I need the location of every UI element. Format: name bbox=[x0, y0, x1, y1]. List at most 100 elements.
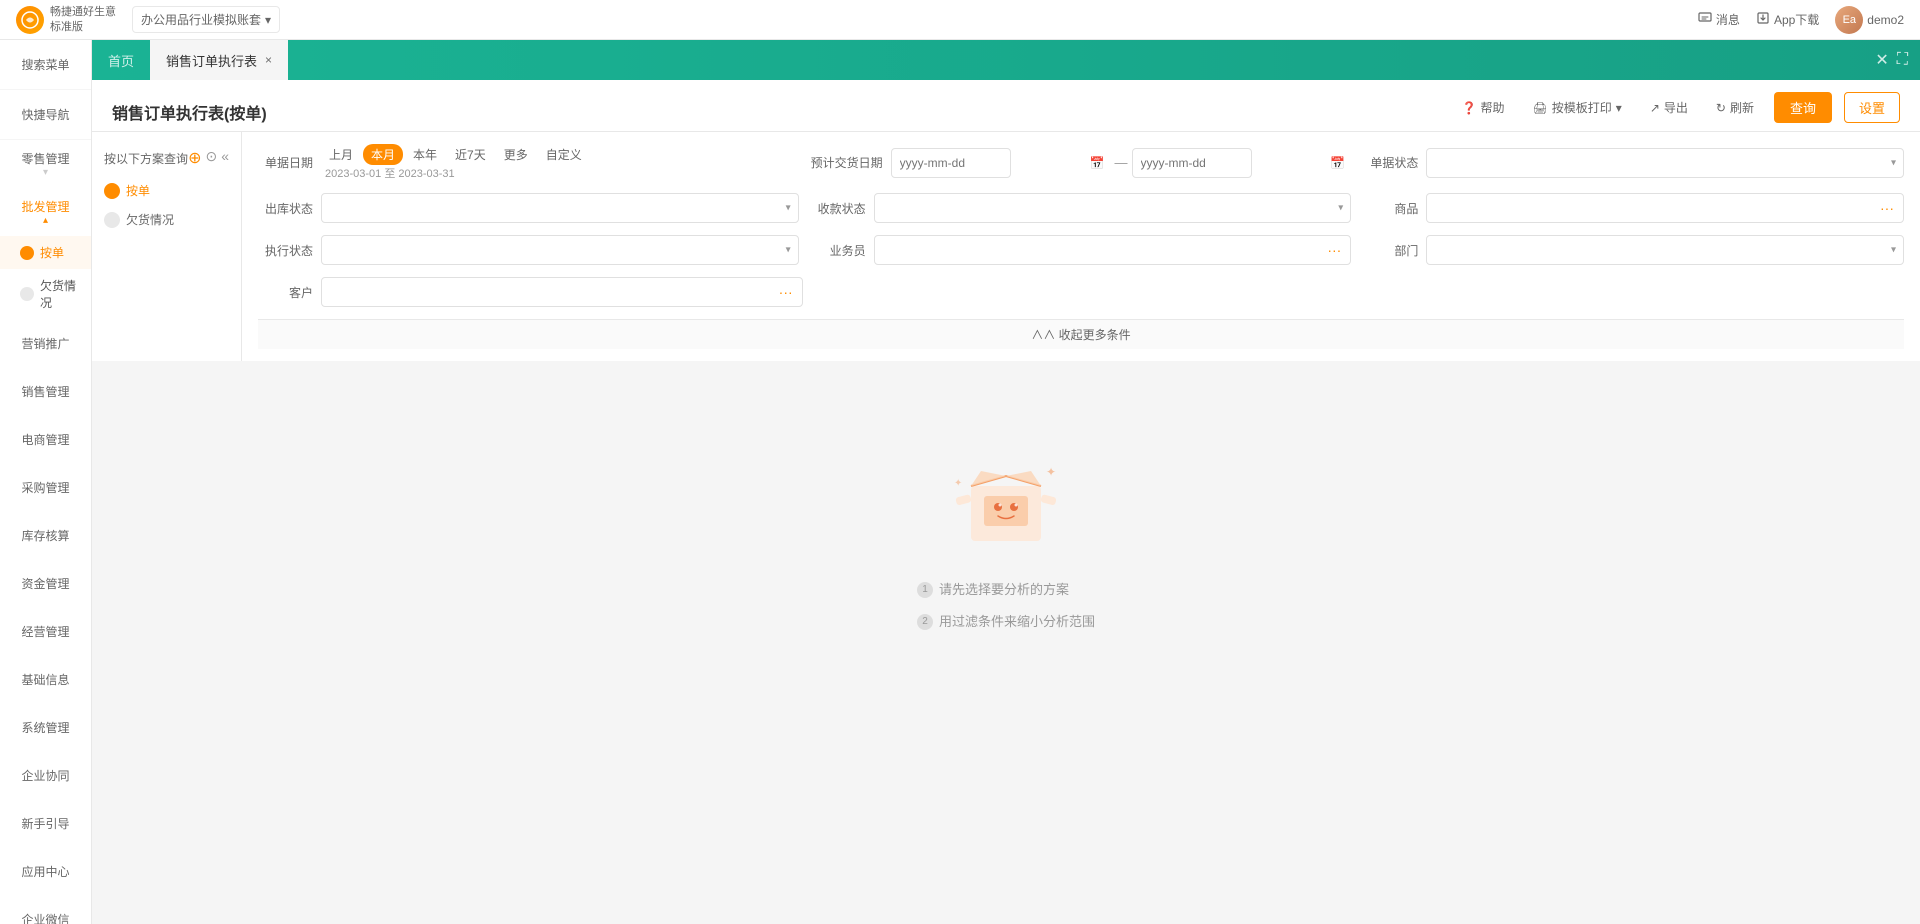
sidebar-wechat-label: 企业微信 bbox=[21, 911, 69, 924]
doc-status-select[interactable] bbox=[1426, 148, 1904, 178]
sidebar-item-retail[interactable]: 零售管理 ▾ bbox=[0, 140, 91, 188]
outbound-select-wrapper bbox=[321, 193, 799, 223]
outbound-select[interactable] bbox=[321, 193, 799, 223]
maximize-window-icon[interactable]: ⛶ bbox=[1897, 51, 1908, 69]
empty-num-2: 2 bbox=[917, 614, 933, 630]
app-selector[interactable]: 办公用品行业模拟账套 ▾ bbox=[132, 6, 280, 33]
sidebar-item-finance[interactable]: 资金管理 bbox=[0, 559, 91, 607]
goods-dots-icon[interactable]: ··· bbox=[1876, 200, 1898, 216]
page-header: 销售订单执行表(按单) ❓ 帮助 🖨 按模板打印 ▾ ↗ 导出 bbox=[92, 80, 1920, 132]
sidebar-item-system[interactable]: 系统管理 bbox=[0, 703, 91, 751]
filter-field-doc-status: 单据状态 bbox=[1363, 148, 1904, 178]
sidebar-item-purchase[interactable]: 采购管理 bbox=[0, 463, 91, 511]
date-tab-last-month[interactable]: 上月 bbox=[321, 144, 361, 165]
date-tab-this-month[interactable]: 本月 bbox=[363, 144, 403, 165]
customer-dots-icon[interactable]: ··· bbox=[775, 284, 797, 300]
payment-select[interactable] bbox=[874, 193, 1352, 223]
date-tab-7days[interactable]: 近7天 bbox=[447, 144, 494, 165]
date-tab-more[interactable]: 更多 bbox=[496, 144, 536, 165]
sidebar-item-wholesale[interactable]: 批发管理 ▴ bbox=[0, 188, 91, 236]
sidebar-operations-label: 经营管理 bbox=[21, 623, 69, 640]
date-label: 单据日期 bbox=[258, 154, 313, 171]
date-separator: — bbox=[1115, 155, 1128, 170]
sidebar-basic-label: 基础信息 bbox=[21, 671, 69, 688]
svg-text:✦: ✦ bbox=[954, 478, 962, 489]
sidebar: 搜索菜单 快捷导航 零售管理 ▾ 批发管理 ▴ 按单 欠货情况 营销推广 销售管… bbox=[0, 40, 92, 924]
filter-row-4: 客户 ··· bbox=[258, 277, 1904, 307]
tab-home[interactable]: 首页 bbox=[92, 40, 150, 80]
empty-illustration: ✦ ✦ bbox=[946, 441, 1066, 561]
close-window-icon[interactable]: ✕ bbox=[1875, 50, 1888, 70]
date-range-text: 2023-03-01 至 2023-03-31 bbox=[325, 165, 799, 181]
expected-date-range: — bbox=[891, 148, 1352, 178]
empty-num-1: 1 bbox=[917, 582, 933, 598]
print-template-btn[interactable]: 🖨 按模板打印 ▾ bbox=[1525, 95, 1630, 120]
dept-label: 部门 bbox=[1363, 242, 1418, 259]
chevron-icon: ▾ bbox=[43, 167, 48, 178]
goods-input[interactable] bbox=[1426, 193, 1904, 223]
sidebar-item-sales[interactable]: 销售管理 bbox=[0, 367, 91, 415]
export-btn[interactable]: ↗ 导出 bbox=[1642, 95, 1696, 120]
expected-date-end-wrapper bbox=[1132, 148, 1352, 178]
date-tab-custom[interactable]: 自定义 bbox=[538, 144, 590, 165]
refresh-btn[interactable]: ↻ 刷新 bbox=[1708, 95, 1762, 120]
salesperson-input[interactable] bbox=[874, 235, 1352, 265]
sidebar-item-basic[interactable]: 基础信息 bbox=[0, 655, 91, 703]
chevron-down-icon: ▾ bbox=[265, 13, 271, 27]
expected-date-label: 预计交货日期 bbox=[811, 154, 883, 171]
message-action[interactable]: 消息 bbox=[1698, 11, 1740, 28]
app-download-action[interactable]: App下载 bbox=[1756, 11, 1819, 28]
add-scheme-icon[interactable]: ⊕ bbox=[188, 148, 201, 168]
sidebar-item-operations[interactable]: 经营管理 bbox=[0, 607, 91, 655]
tab-sales-order[interactable]: 销售订单执行表 × bbox=[150, 40, 288, 80]
date-picker-area: 上月 本月 本年 近7天 更多 自定义 2023-03-01 至 2023-03… bbox=[321, 144, 799, 181]
user-area[interactable]: Ea demo2 bbox=[1835, 6, 1904, 34]
goods-input-wrapper: ··· bbox=[1426, 193, 1904, 223]
help-icon: ❓ bbox=[1462, 101, 1477, 115]
sidebar-sub-debt[interactable]: 欠货情况 bbox=[0, 269, 91, 319]
filter-row-2: 出库状态 收款状态 bbox=[258, 193, 1904, 223]
sidebar-search[interactable]: 搜索菜单 bbox=[0, 40, 91, 90]
sidebar-item-wechat[interactable]: 企业微信 bbox=[0, 895, 91, 924]
query-button[interactable]: 查询 bbox=[1774, 92, 1832, 123]
edit-scheme-icon[interactable]: ⊙ bbox=[205, 148, 217, 168]
sidebar-item-inventory[interactable]: 库存核算 bbox=[0, 511, 91, 559]
print-icon: 🖨 bbox=[1533, 101, 1548, 115]
exec-status-select-wrapper bbox=[321, 235, 799, 265]
sidebar-ecommerce-label: 电商管理 bbox=[21, 431, 69, 448]
scheme-item-order[interactable]: 按单 bbox=[92, 176, 241, 205]
logo-area: 畅捷通好生意 标准版 bbox=[16, 5, 116, 34]
scheme-item-debt[interactable]: 欠货情况 bbox=[92, 205, 241, 234]
settings-button[interactable]: 设置 bbox=[1844, 92, 1900, 123]
filter-field-goods: 商品 ··· bbox=[1363, 193, 1904, 223]
sidebar-sub-order[interactable]: 按单 bbox=[0, 236, 91, 269]
sidebar-search-label: 搜索菜单 bbox=[21, 56, 69, 73]
sidebar-item-newuser[interactable]: 新手引导 bbox=[0, 799, 91, 847]
refresh-label: 刷新 bbox=[1730, 99, 1754, 116]
dept-select[interactable] bbox=[1426, 235, 1904, 265]
sidebar-item-ecommerce[interactable]: 电商管理 bbox=[0, 415, 91, 463]
customer-input[interactable] bbox=[321, 277, 803, 307]
payment-select-wrapper bbox=[874, 193, 1352, 223]
sidebar-item-cooperation[interactable]: 企业协同 bbox=[0, 751, 91, 799]
exec-status-select[interactable] bbox=[321, 235, 799, 265]
collapse-scheme-icon[interactable]: « bbox=[221, 148, 229, 168]
collapse-bar[interactable]: ∧∧ 收起更多条件 bbox=[258, 319, 1904, 349]
filter-field-outbound: 出库状态 bbox=[258, 193, 799, 223]
expected-date-end[interactable] bbox=[1132, 148, 1252, 178]
page-header-actions: ❓ 帮助 🖨 按模板打印 ▾ ↗ 导出 ↻ 刷新 bbox=[1454, 92, 1900, 131]
date-tab-this-year[interactable]: 本年 bbox=[405, 144, 445, 165]
expected-date-start[interactable] bbox=[891, 148, 1011, 178]
sidebar-appcenter-label: 应用中心 bbox=[21, 863, 69, 880]
header-right: 消息 App下载 Ea demo2 bbox=[1698, 6, 1904, 34]
customer-label: 客户 bbox=[258, 284, 313, 301]
salesperson-dots-icon[interactable]: ··· bbox=[1323, 242, 1345, 258]
tab-close-icon[interactable]: × bbox=[265, 53, 272, 67]
help-btn[interactable]: ❓ 帮助 bbox=[1454, 95, 1513, 120]
sidebar-cooperation-label: 企业协同 bbox=[21, 767, 69, 784]
sidebar-item-marketing[interactable]: 营销推广 bbox=[0, 319, 91, 367]
content-area: 首页 销售订单执行表 × ✕ ⛶ 销售订单执行表(按单) ❓ 帮助 bbox=[92, 40, 1920, 924]
sidebar-item-appcenter[interactable]: 应用中心 bbox=[0, 847, 91, 895]
sidebar-quicknav[interactable]: 快捷导航 bbox=[0, 90, 91, 140]
top-header: 畅捷通好生意 标准版 办公用品行业模拟账套 ▾ 消息 bbox=[0, 0, 1920, 40]
